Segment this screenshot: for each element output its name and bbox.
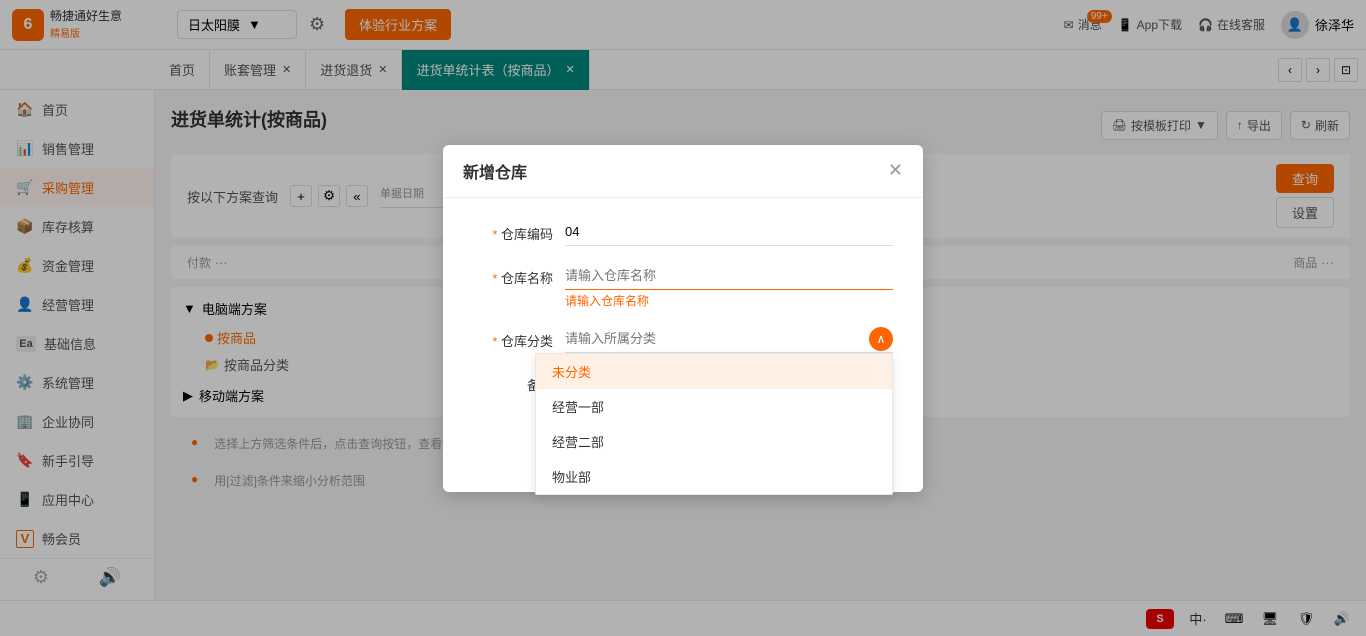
category-label: 仓库分类 xyxy=(473,325,553,350)
dropdown-item-1[interactable]: 经营一部 xyxy=(536,389,892,424)
category-input[interactable] xyxy=(565,325,893,353)
code-field xyxy=(565,218,893,246)
modal-overlay: 新增仓库 ✕ 仓库编码 仓库名称 请输入仓库名称 仓库分类 xyxy=(0,0,1366,636)
form-row-category: 仓库分类 ∧ 未分类 经营一部 经营二部 物业部 xyxy=(473,325,893,353)
category-field: ∧ 未分类 经营一部 经营二部 物业部 xyxy=(565,325,893,353)
code-input[interactable] xyxy=(565,218,893,246)
name-field: 请输入仓库名称 xyxy=(565,262,893,309)
modal-body: 仓库编码 仓库名称 请输入仓库名称 仓库分类 ∧ xyxy=(443,198,923,429)
name-error-msg: 请输入仓库名称 xyxy=(565,292,893,309)
category-select-wrapper: ∧ 未分类 经营一部 经营二部 物业部 xyxy=(565,325,893,353)
modal-new-warehouse: 新增仓库 ✕ 仓库编码 仓库名称 请输入仓库名称 仓库分类 xyxy=(443,145,923,492)
dropdown-item-2[interactable]: 经营二部 xyxy=(536,424,892,459)
form-row-code: 仓库编码 xyxy=(473,218,893,246)
dropdown-item-3[interactable]: 物业部 xyxy=(536,459,892,494)
category-dropdown: 未分类 经营一部 经营二部 物业部 xyxy=(535,353,893,495)
name-input[interactable] xyxy=(565,262,893,290)
dropdown-item-0[interactable]: 未分类 xyxy=(536,354,892,389)
name-label: 仓库名称 xyxy=(473,262,553,287)
modal-header: 新增仓库 ✕ xyxy=(443,145,923,198)
code-label: 仓库编码 xyxy=(473,218,553,243)
modal-title: 新增仓库 xyxy=(463,159,527,183)
modal-close-button[interactable]: ✕ xyxy=(888,160,903,181)
form-row-name: 仓库名称 请输入仓库名称 xyxy=(473,262,893,309)
category-arrow-icon[interactable]: ∧ xyxy=(869,327,893,351)
